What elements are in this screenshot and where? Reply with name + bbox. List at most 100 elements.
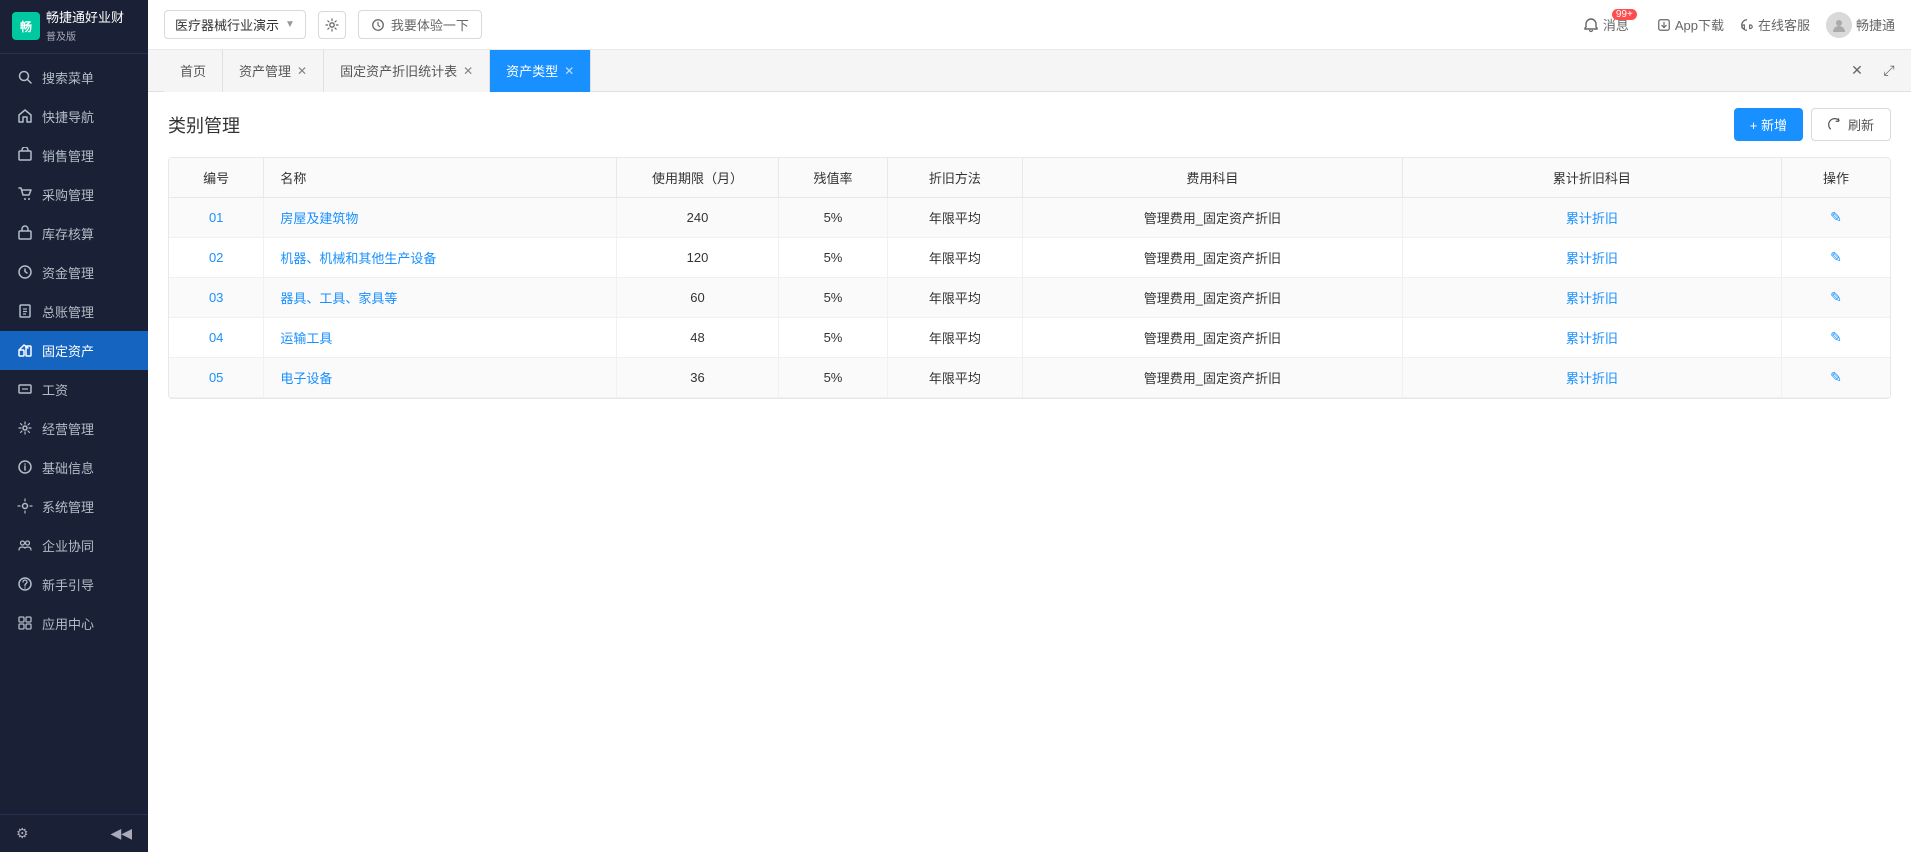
name-link[interactable]: 房屋及建筑物 [280, 211, 358, 226]
tab-asset-type-label: 资产类型 [506, 61, 558, 80]
name-link[interactable]: 电子设备 [280, 371, 332, 386]
accumulated-link[interactable]: 累计折旧 [1566, 251, 1618, 266]
edit-icon[interactable]: ✎ [1830, 249, 1842, 265]
sidebar-item-apps-label: 应用中心 [42, 614, 94, 633]
close-tab-button[interactable]: ✕ [1843, 57, 1871, 85]
sidebar-item-ledger[interactable]: 总账管理 [0, 292, 148, 331]
name-link[interactable]: 运输工具 [280, 331, 332, 346]
settings-gear-button[interactable] [318, 11, 346, 39]
cell-residual: 5% [779, 278, 887, 318]
sidebar-item-info[interactable]: 基础信息 [0, 448, 148, 487]
cell-name: 机器、机械和其他生产设备 [264, 238, 616, 278]
edit-icon[interactable]: ✎ [1830, 369, 1842, 385]
sidebar-item-fund[interactable]: 资金管理 [0, 253, 148, 292]
experience-button[interactable]: 我要体验一下 [358, 10, 482, 39]
app-download-button[interactable]: App下载 [1657, 15, 1724, 34]
cell-action: ✎ [1782, 358, 1890, 398]
cell-method: 年限平均 [887, 358, 1023, 398]
sidebar-item-inventory[interactable]: 库存核算 [0, 214, 148, 253]
customer-service-button[interactable]: 在线客服 [1740, 15, 1810, 34]
sidebar-item-purchase[interactable]: 采购管理 [0, 175, 148, 214]
company-selector[interactable]: 医疗器械行业演示 ▼ [164, 10, 306, 39]
content-header: 类别管理 + 新增 刷新 [168, 108, 1891, 141]
edit-icon[interactable]: ✎ [1830, 289, 1842, 305]
info-icon [16, 458, 34, 476]
sidebar-item-guide[interactable]: 新手引导 [0, 565, 148, 604]
sidebar-item-search[interactable]: 搜索菜单 [0, 58, 148, 97]
accumulated-link[interactable]: 累计折旧 [1566, 331, 1618, 346]
tab-home[interactable]: 首页 [164, 50, 223, 92]
settings-icon[interactable]: ⚙ [16, 825, 29, 842]
collapse-icon[interactable]: ◀◀ [110, 825, 132, 842]
col-residual: 残值率 [779, 158, 887, 198]
refresh-button[interactable]: 刷新 [1811, 108, 1891, 141]
cell-code: 04 [169, 318, 264, 358]
tab-asset-management-label: 资产管理 [239, 61, 291, 80]
col-period: 使用期限（月） [616, 158, 779, 198]
avatar [1826, 12, 1852, 38]
cell-action: ✎ [1782, 278, 1890, 318]
col-method: 折旧方法 [887, 158, 1023, 198]
tab-depreciation-table[interactable]: 固定资产折旧统计表 ✕ [324, 50, 490, 92]
company-name: 医疗器械行业演示 [175, 15, 279, 34]
sidebar-item-inventory-label: 库存核算 [42, 224, 94, 243]
sidebar-item-collab-label: 企业协同 [42, 536, 94, 555]
cell-accumulated: 累计折旧 [1402, 318, 1781, 358]
sidebar-item-apps[interactable]: 应用中心 [0, 604, 148, 643]
close-icon[interactable]: ✕ [297, 64, 307, 78]
code-link[interactable]: 02 [209, 250, 223, 265]
collab-icon [16, 536, 34, 554]
sidebar-item-ledger-label: 总账管理 [42, 302, 94, 321]
tab-asset-management[interactable]: 资产管理 ✕ [223, 50, 324, 92]
sidebar-item-system[interactable]: 系统管理 [0, 487, 148, 526]
fund-icon [16, 263, 34, 281]
sidebar-item-collab[interactable]: 企业协同 [0, 526, 148, 565]
tab-asset-type[interactable]: 资产类型 ✕ [490, 50, 591, 92]
code-link[interactable]: 05 [209, 370, 223, 385]
cell-method: 年限平均 [887, 278, 1023, 318]
code-link[interactable]: 04 [209, 330, 223, 345]
edit-icon[interactable]: ✎ [1830, 209, 1842, 225]
cell-period: 120 [616, 238, 779, 278]
cell-residual: 5% [779, 238, 887, 278]
topbar: 医疗器械行业演示 ▼ 我要体验一下 99+ 消息 App下载 在线客服 [148, 0, 1911, 50]
name-link[interactable]: 器具、工具、家具等 [280, 291, 397, 306]
sidebar-item-management[interactable]: 经营管理 [0, 409, 148, 448]
experience-label: 我要体验一下 [391, 15, 469, 34]
maximize-tab-button[interactable]: ⤢ [1875, 57, 1903, 85]
cell-accumulated: 累计折旧 [1402, 358, 1781, 398]
cell-accumulated: 累计折旧 [1402, 278, 1781, 318]
chevron-down-icon: ▼ [285, 19, 295, 30]
code-link[interactable]: 03 [209, 290, 223, 305]
accumulated-link[interactable]: 累计折旧 [1566, 291, 1618, 306]
cell-period: 48 [616, 318, 779, 358]
name-link[interactable]: 机器、机械和其他生产设备 [280, 251, 436, 266]
sidebar-nav: 搜索菜单 快捷导航 销售管理 采购管理 库存核算 [0, 54, 148, 814]
table-row: 01 房屋及建筑物 240 5% 年限平均 管理费用_固定资产折旧 累计折旧 ✎ [169, 198, 1890, 238]
sidebar-item-fixed-asset[interactable]: 固定资产 [0, 331, 148, 370]
sidebar-item-quicknav[interactable]: 快捷导航 [0, 97, 148, 136]
col-expense: 费用科目 [1023, 158, 1402, 198]
cell-name: 电子设备 [264, 358, 616, 398]
sidebar-item-sales[interactable]: 销售管理 [0, 136, 148, 175]
cell-method: 年限平均 [887, 238, 1023, 278]
sidebar-item-quicknav-label: 快捷导航 [42, 107, 94, 126]
edit-icon[interactable]: ✎ [1830, 329, 1842, 345]
cell-period: 240 [616, 198, 779, 238]
tabbar: 首页 资产管理 ✕ 固定资产折旧统计表 ✕ 资产类型 ✕ ✕ ⤢ [148, 50, 1911, 92]
close-icon[interactable]: ✕ [463, 64, 473, 78]
accumulated-link[interactable]: 累计折旧 [1566, 371, 1618, 386]
code-link[interactable]: 01 [209, 210, 223, 225]
notification-button[interactable]: 99+ 消息 [1583, 15, 1629, 34]
close-icon[interactable]: ✕ [564, 64, 574, 78]
sidebar-item-salary[interactable]: 工资 [0, 370, 148, 409]
topbar-right: 99+ 消息 App下载 在线客服 畅捷通 [1583, 12, 1895, 38]
new-button[interactable]: + 新增 [1734, 108, 1803, 141]
tab-home-label: 首页 [180, 61, 206, 80]
col-action: 操作 [1782, 158, 1890, 198]
accumulated-link[interactable]: 累计折旧 [1566, 211, 1618, 226]
apps-icon [16, 614, 34, 632]
table-row: 02 机器、机械和其他生产设备 120 5% 年限平均 管理费用_固定资产折旧 … [169, 238, 1890, 278]
sidebar-item-guide-label: 新手引导 [42, 575, 94, 594]
user-profile[interactable]: 畅捷通 [1826, 12, 1895, 38]
